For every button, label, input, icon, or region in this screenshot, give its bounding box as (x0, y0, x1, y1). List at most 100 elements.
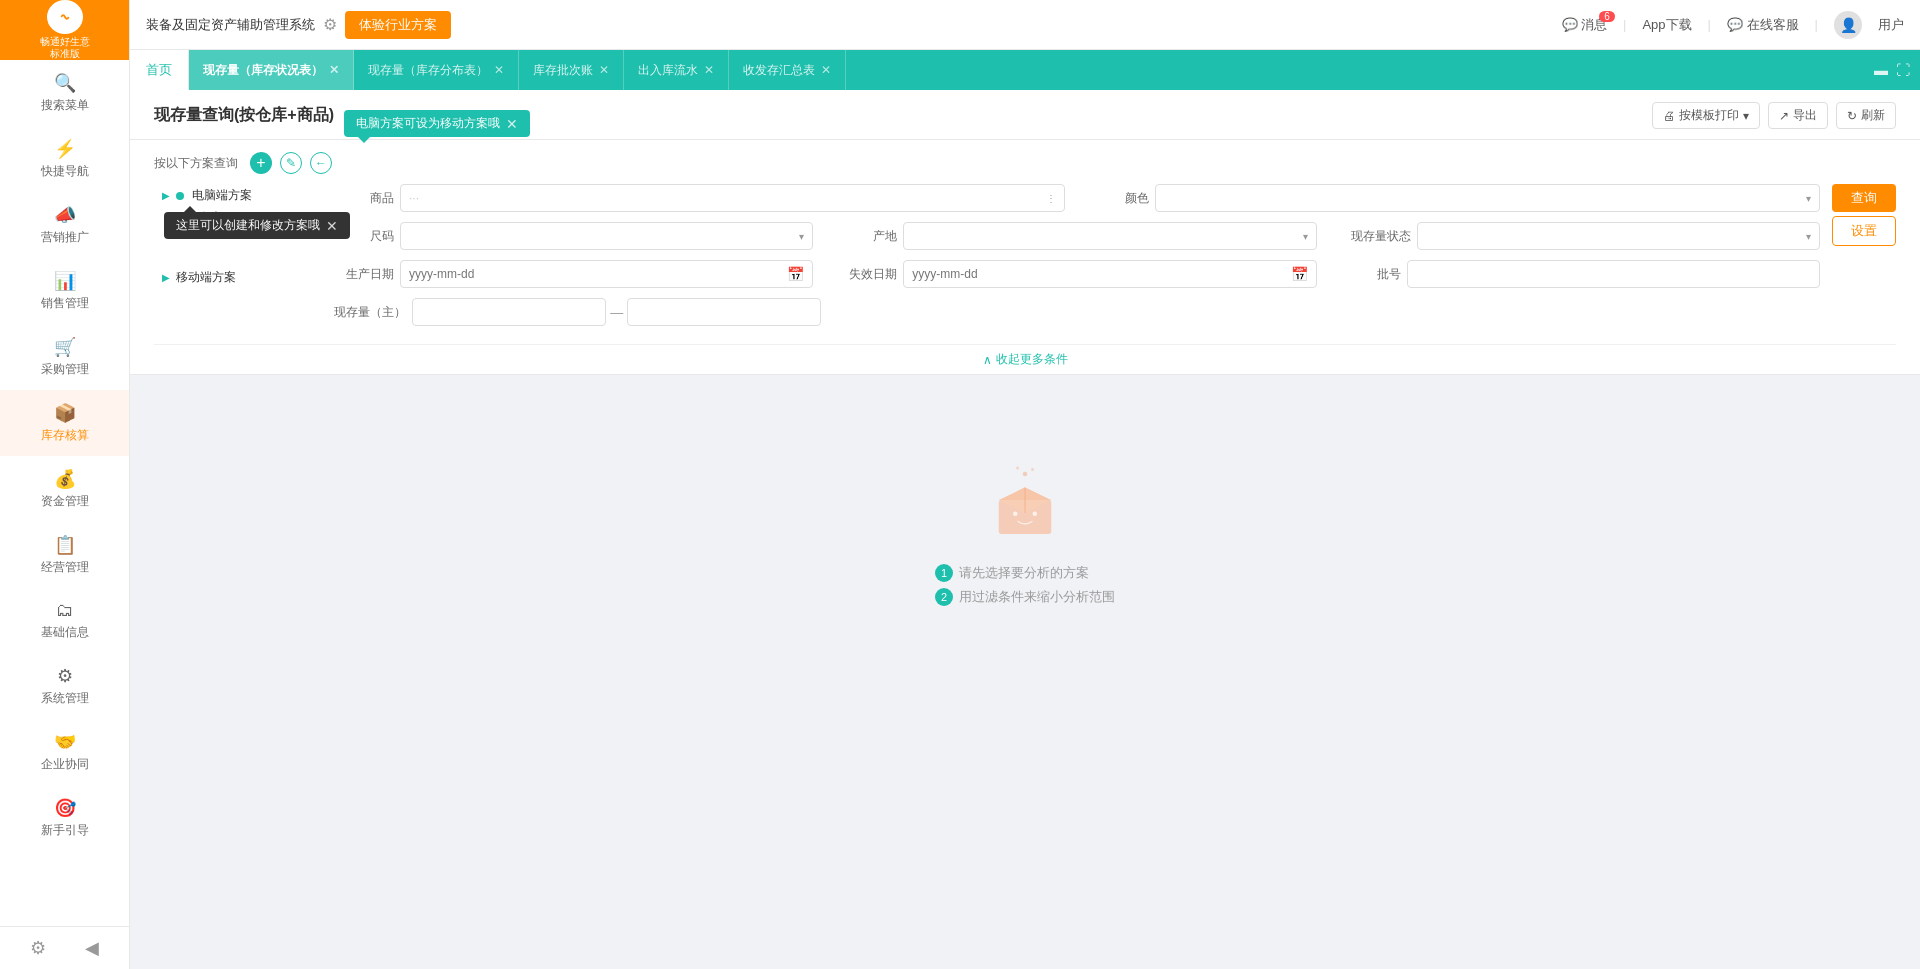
scheme-tree-mobile[interactable]: ▶ 移动端方案 (162, 266, 314, 289)
system-title: 装备及固定资产辅助管理系统 (146, 16, 315, 34)
template-print-btn[interactable]: 🖨 按模板打印 ▾ (1652, 102, 1760, 129)
expire-date-wrap[interactable]: 📅 (903, 260, 1316, 288)
scheme-edit-btn[interactable]: ✎ (280, 152, 302, 174)
sidebar-item-enterprise[interactable]: 🤝 企业协同 (0, 719, 129, 785)
tab-batch-account[interactable]: 库存批次账 ✕ (519, 50, 624, 90)
stock-qty-range: — (412, 298, 821, 326)
tab-close-2[interactable]: ✕ (494, 63, 504, 77)
tab-close-1[interactable]: ✕ (329, 63, 339, 77)
main-area: 装备及固定资产辅助管理系统 ⚙ 体验行业方案 💬 消息 6 | App下载 | … (130, 0, 1920, 969)
tree-arrow-icon: ▶ (162, 190, 170, 201)
set-btn[interactable]: 设置 (1832, 216, 1896, 246)
filter-label-expire-date: 失效日期 (837, 266, 897, 283)
filter-item-size: 尺码 ▾ (334, 222, 813, 250)
sidebar-item-sales[interactable]: 📊 销售管理 (0, 258, 129, 324)
system-icon: ⚙ (57, 665, 73, 687)
prod-date-input[interactable] (409, 267, 783, 281)
page-actions: 🖨 按模板打印 ▾ ↗ 导出 ↻ 刷新 (1652, 102, 1896, 129)
size-select[interactable]: ▾ (400, 222, 813, 250)
online-service-link[interactable]: 💬 在线客服 (1727, 16, 1799, 34)
tab-flow[interactable]: 出入库流水 ✕ (624, 50, 729, 90)
collapse-row[interactable]: ∧ 收起更多条件 (154, 344, 1896, 374)
tooltip2-close[interactable]: ✕ (326, 218, 338, 234)
filter-item-origin: 产地 ▾ (837, 222, 1316, 250)
scheme-add-btn[interactable]: + (250, 152, 272, 174)
filter-label-stock-status: 现存量状态 (1341, 228, 1411, 245)
sidebar-item-guide[interactable]: 🎯 新手引导 (0, 785, 129, 851)
tab-close-3[interactable]: ✕ (599, 63, 609, 77)
topbar-settings-icon[interactable]: ⚙ (323, 15, 337, 34)
filter-area: 按以下方案查询 + ✎ ← 电脑方案可设为移动方案哦 ✕ ▶ 电脑端方案 (130, 140, 1920, 375)
export-btn[interactable]: ↗ 导出 (1768, 102, 1828, 129)
user-label: 用户 (1878, 16, 1904, 34)
filter-label-batch: 批号 (1341, 266, 1401, 283)
empty-icon (980, 459, 1070, 552)
tab-minimize-icon[interactable]: ▬ (1874, 62, 1888, 78)
app-download-link[interactable]: App下载 (1642, 16, 1691, 34)
filter-item-prod-date: 生产日期 📅 (334, 260, 813, 288)
svg-point-7 (1023, 471, 1028, 476)
logo-icon (47, 0, 83, 34)
filter-item-expire-date: 失效日期 📅 (837, 260, 1316, 288)
stock-qty-max-input[interactable] (627, 298, 821, 326)
color-select-wrap[interactable]: ▾ (1155, 184, 1820, 212)
sidebar-item-marketing[interactable]: 📣 营销推广 (0, 192, 129, 258)
scheme-tree-pc[interactable]: ▶ 电脑端方案 (162, 184, 314, 207)
size-select-wrap[interactable]: ▾ (400, 222, 813, 250)
sidebar-item-base-info[interactable]: 🗂 基础信息 (0, 588, 129, 653)
sales-icon: 📊 (54, 270, 76, 292)
sidebar-item-operation[interactable]: 📋 经营管理 (0, 522, 129, 588)
sidebar-item-quick-nav[interactable]: ⚡ 快捷导航 (0, 126, 129, 192)
stock-qty-min-input[interactable] (412, 298, 606, 326)
expire-date-icon[interactable]: 📅 (1291, 266, 1308, 282)
sidebar-item-inventory[interactable]: 📦 库存核算 (0, 390, 129, 456)
tab-actions: ▬ ⛶ (1864, 50, 1920, 90)
expire-date-input[interactable] (912, 267, 1286, 281)
prod-date-icon[interactable]: 📅 (787, 266, 804, 282)
collapse-icon: ∧ (983, 353, 992, 367)
origin-select-wrap[interactable]: ▾ (903, 222, 1316, 250)
industry-btn[interactable]: 体验行业方案 (345, 11, 451, 39)
operation-icon: 📋 (54, 534, 76, 556)
page-title: 现存量查询(按仓库+商品) (154, 105, 334, 126)
tab-inventory-status[interactable]: 现存量（库存状况表） ✕ (189, 50, 354, 90)
batch-input[interactable] (1407, 260, 1820, 288)
refresh-btn[interactable]: ↻ 刷新 (1836, 102, 1896, 129)
tab-close-5[interactable]: ✕ (821, 63, 831, 77)
stock-status-select-wrap[interactable]: ▾ (1417, 222, 1820, 250)
settings-bottom-icon[interactable]: ⚙ (30, 937, 46, 959)
filter-label-origin: 产地 (837, 228, 897, 245)
filter-item-batch: 批号 (1341, 260, 1820, 288)
scheme-tooltip-2: 这里可以创建和修改方案哦 ✕ (164, 212, 350, 239)
sidebar-item-search-menu[interactable]: 🔍 搜索菜单 (0, 60, 129, 126)
filter-item-color: 颜色 ▾ (1089, 184, 1820, 212)
user-avatar: 👤 (1834, 11, 1862, 39)
message-icon-wrap[interactable]: 💬 消息 6 (1562, 16, 1607, 34)
prod-date-wrap[interactable]: 📅 (400, 260, 813, 288)
product-select-wrap[interactable]: ··· ⋮ (400, 184, 1065, 212)
origin-select[interactable]: ▾ (903, 222, 1316, 250)
tab-home[interactable]: 首页 (130, 50, 189, 90)
tooltip1-close[interactable]: ✕ (506, 116, 518, 132)
tab-close-4[interactable]: ✕ (704, 63, 714, 77)
tab-summary[interactable]: 收发存汇总表 ✕ (729, 50, 846, 90)
tab-maximize-icon[interactable]: ⛶ (1896, 62, 1910, 78)
color-select[interactable]: ▾ (1155, 184, 1820, 212)
stock-status-select[interactable]: ▾ (1417, 222, 1820, 250)
dropdown-icon: ▾ (1743, 109, 1749, 123)
sidebar: 畅通好生意 标准版 🔍 搜索菜单 ⚡ 快捷导航 📣 营销推广 📊 销售管理 🛒 … (0, 0, 130, 969)
sidebar-item-system[interactable]: ⚙ 系统管理 (0, 653, 129, 719)
empty-tips: 1 请先选择要分析的方案 2 用过滤条件来缩小分析范围 (935, 564, 1115, 612)
product-select[interactable]: ··· ⋮ (400, 184, 1065, 212)
sidebar-logo: 畅通好生意 标准版 (0, 0, 129, 60)
collapse-sidebar-icon[interactable]: ◀ (85, 937, 99, 959)
filter-label-color: 颜色 (1089, 190, 1149, 207)
sidebar-item-finance[interactable]: 💰 资金管理 (0, 456, 129, 522)
query-btn[interactable]: 查询 (1832, 184, 1896, 212)
tab-inventory-dist[interactable]: 现存量（库存分布表） ✕ (354, 50, 519, 90)
logo-text: 畅通好生意 标准版 (40, 36, 90, 60)
export-icon: ↗ (1779, 109, 1789, 123)
sidebar-item-purchase[interactable]: 🛒 采购管理 (0, 324, 129, 390)
topbar-right: 💬 消息 6 | App下载 | 💬 在线客服 | 👤 用户 (1562, 11, 1904, 39)
scheme-back-btn[interactable]: ← (310, 152, 332, 174)
